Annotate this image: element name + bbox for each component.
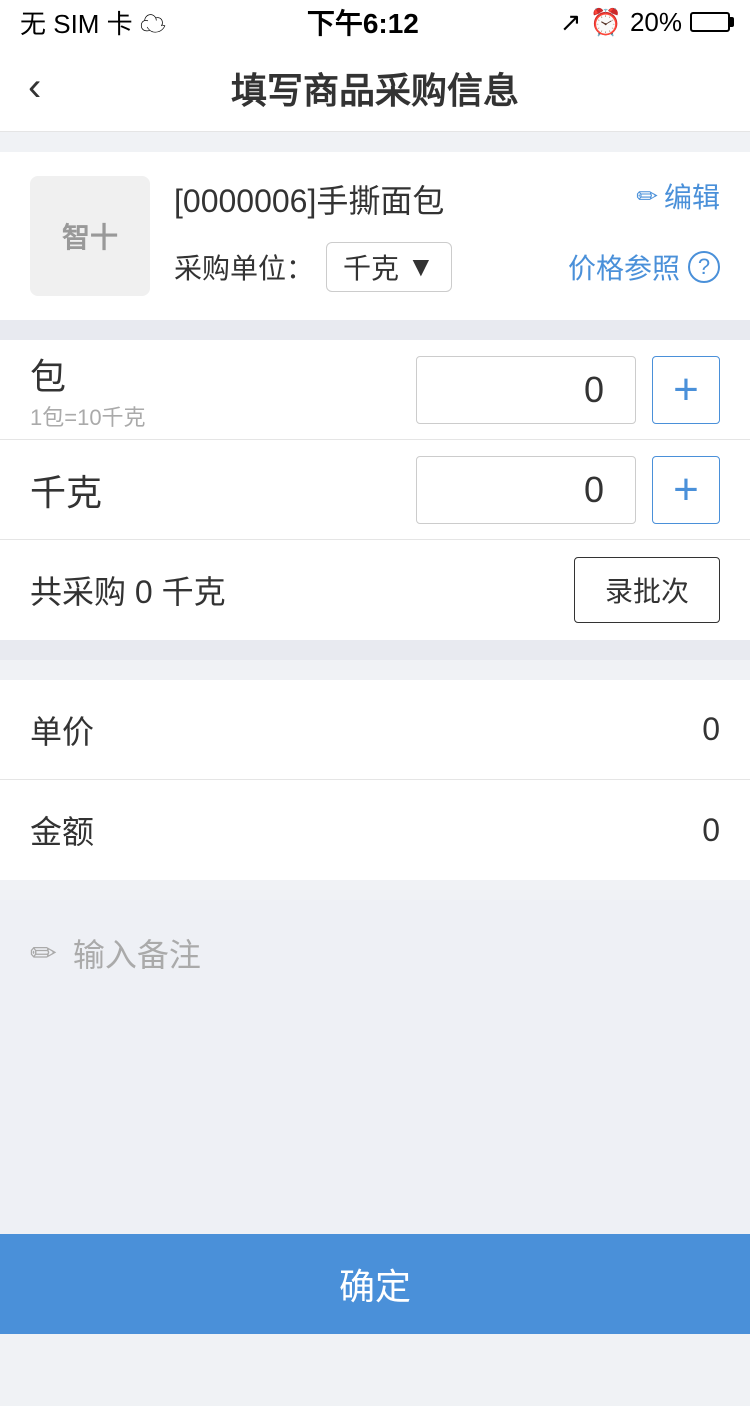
- product-info: [0000006]手撕面包 ✏ 编辑 采购单位： 千克 ▼ 价格参照 ?: [174, 176, 720, 292]
- remark-section[interactable]: ✏ 输入备注: [0, 900, 750, 1006]
- bao-input[interactable]: [416, 356, 636, 424]
- product-image: 智十: [30, 176, 150, 296]
- confirm-button[interactable]: 确定: [0, 1234, 750, 1334]
- amount-value: 0: [702, 812, 720, 849]
- remark-placeholder: 输入备注: [73, 930, 201, 976]
- pencil-icon: ✏: [30, 934, 57, 972]
- unit-price-value: 0: [702, 711, 720, 748]
- bao-row: 包 1包=10千克 +: [0, 340, 750, 440]
- unit-value: 千克: [343, 247, 399, 287]
- divider-1: [0, 320, 750, 340]
- status-left: 无 SIM 卡 ☁: [20, 4, 166, 41]
- kg-input[interactable]: [416, 456, 636, 524]
- amount-label: 金额: [30, 807, 94, 853]
- battery-percent: 20%: [630, 7, 682, 38]
- batch-button[interactable]: 录批次: [574, 557, 720, 623]
- sim-wifi-status: 无 SIM 卡 ☁: [20, 4, 166, 41]
- product-name: [0000006]手撕面包: [174, 176, 444, 222]
- divider-2: [0, 640, 750, 660]
- price-ref-button[interactable]: 价格参照 ?: [568, 247, 720, 287]
- edit-label: 编辑: [664, 176, 720, 216]
- confirm-label: 确定: [339, 1258, 411, 1310]
- kg-plus-button[interactable]: +: [652, 456, 720, 524]
- bao-sub-label: 1包=10千克: [30, 400, 146, 432]
- kg-row: 千克 +: [0, 440, 750, 540]
- unit-price-row: 单价 0: [0, 680, 750, 780]
- product-card: 智十 [0000006]手撕面包 ✏ 编辑 采购单位： 千克 ▼: [0, 152, 750, 320]
- back-button[interactable]: ‹: [28, 65, 41, 110]
- amount-row: 金额 0: [0, 780, 750, 880]
- total-row: 共采购 0 千克 录批次: [0, 540, 750, 640]
- price-ref-label: 价格参照: [568, 247, 680, 287]
- bao-plus-button[interactable]: +: [652, 356, 720, 424]
- edit-icon: ✏: [636, 181, 658, 212]
- edit-button[interactable]: ✏ 编辑: [636, 176, 720, 216]
- alarm-icon: ⏰: [590, 7, 622, 38]
- kg-label: 千克: [30, 464, 110, 516]
- help-icon: ?: [688, 251, 720, 283]
- battery-icon: [690, 12, 730, 32]
- unit-select[interactable]: 千克 ▼: [326, 242, 452, 292]
- page-title: 填写商品采购信息: [231, 62, 519, 114]
- status-time: 下午6:12: [307, 2, 419, 42]
- status-bar: 无 SIM 卡 ☁ 下午6:12 ↗ ⏰ 20%: [0, 0, 750, 44]
- location-icon: ↗: [560, 7, 582, 38]
- status-right: ↗ ⏰ 20%: [560, 7, 730, 38]
- unit-label: 采购单位：: [174, 247, 314, 287]
- dropdown-arrow-icon: ▼: [407, 251, 435, 283]
- input-section: 包 1包=10千克 + 千克 +: [0, 340, 750, 540]
- bao-label: 包: [30, 348, 146, 400]
- total-label: 共采购 0 千克: [30, 567, 226, 613]
- nav-bar: ‹ 填写商品采购信息: [0, 44, 750, 132]
- product-logo: 智十: [62, 216, 118, 256]
- price-section: 单价 0 金额 0: [0, 680, 750, 880]
- unit-price-label: 单价: [30, 707, 94, 753]
